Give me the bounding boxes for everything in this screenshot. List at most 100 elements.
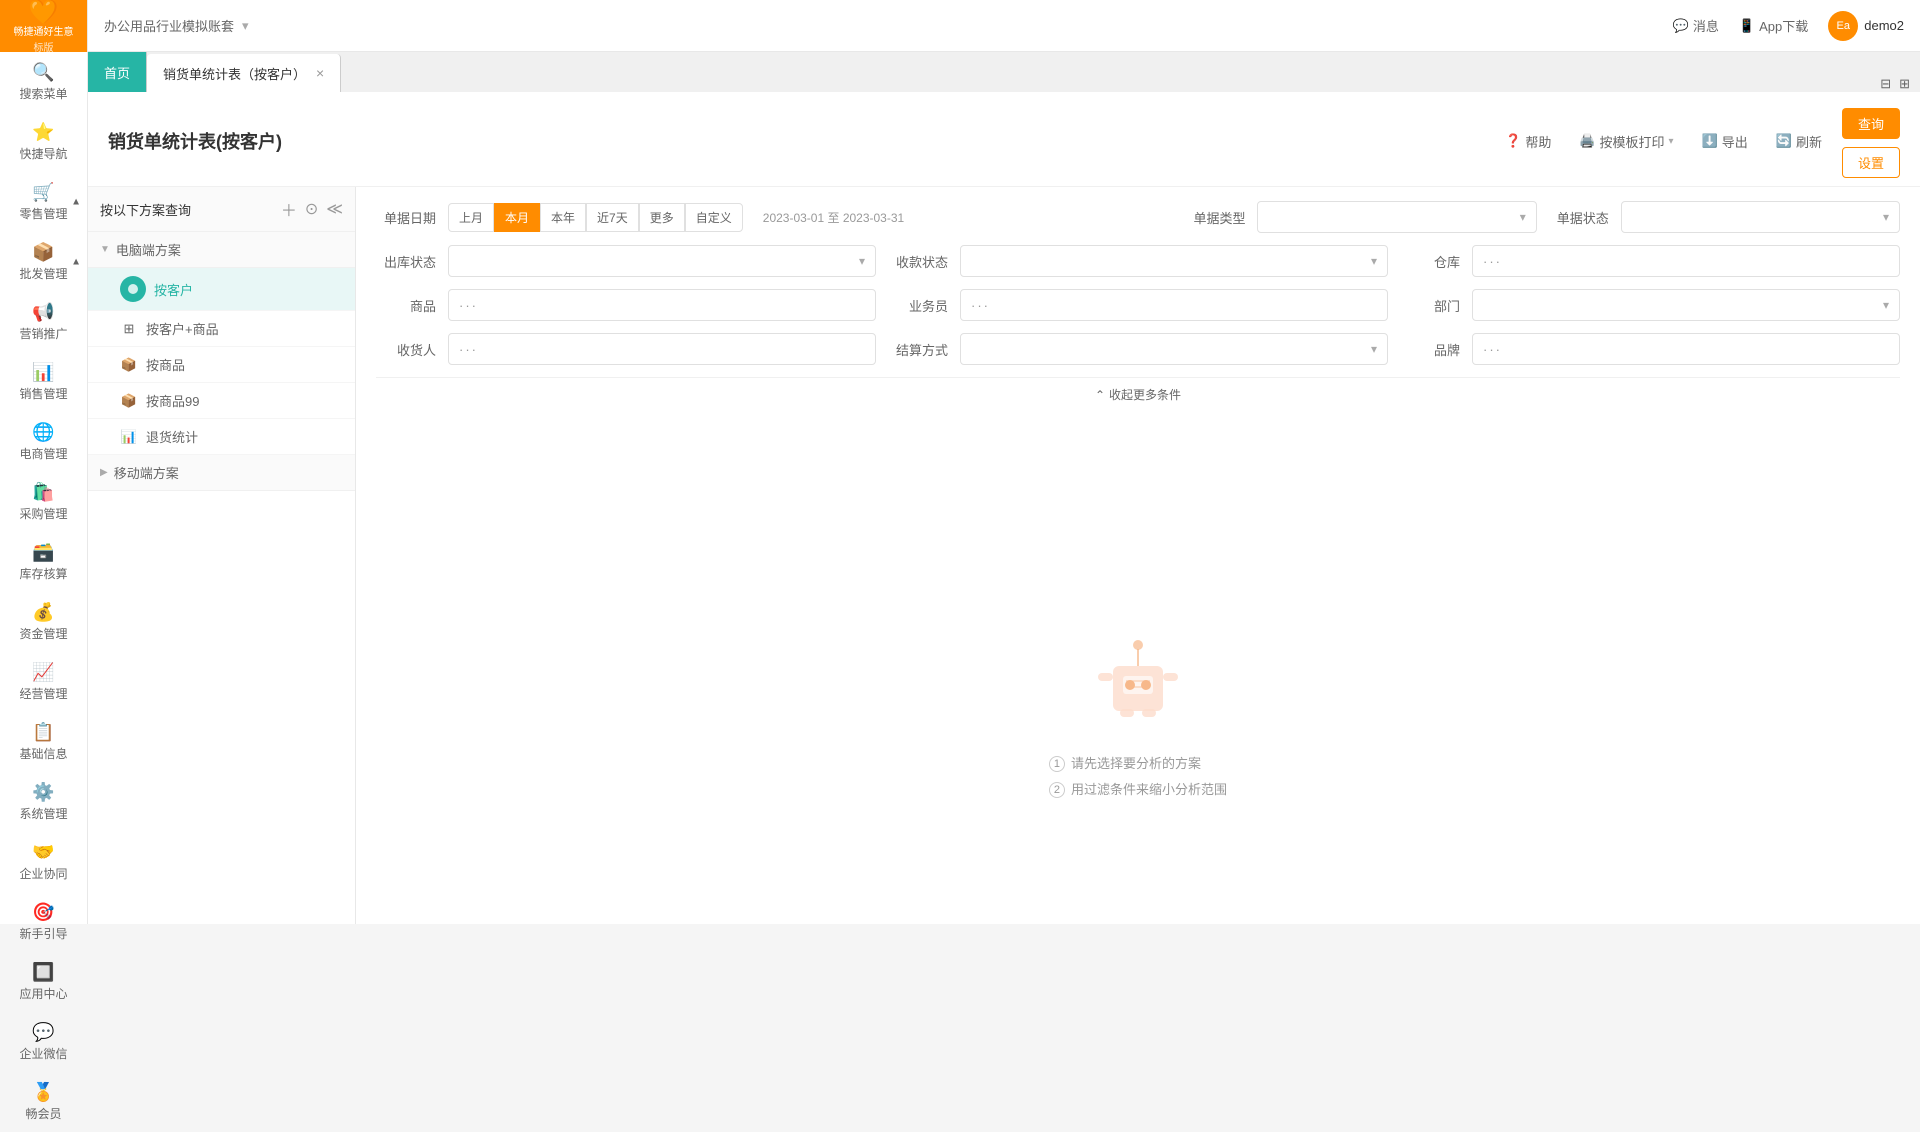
goods-select[interactable]: ··· xyxy=(448,289,876,321)
warehouse-label: 仓库 xyxy=(1400,252,1460,271)
date-more[interactable]: 更多 xyxy=(639,203,685,232)
settings-btn[interactable]: 设置 xyxy=(1842,147,1900,178)
scheme-item-by-goods[interactable]: 📦 按商品 xyxy=(88,347,355,383)
scheme-item-by-customer-goods[interactable]: ⊞ 按客户+商品 xyxy=(88,311,355,347)
date-this-year[interactable]: 本年 xyxy=(540,203,586,232)
menu-icon-system: ⚙️ xyxy=(32,782,54,803)
sidebar-item-wholesale[interactable]: 📦 批发管理 ▲ xyxy=(0,232,87,292)
tip-num-2: 2 xyxy=(1049,782,1065,798)
user-name: demo2 xyxy=(1864,18,1904,33)
scheme-group-mobile: ▶ 移动端方案 xyxy=(88,455,355,491)
tab-maximize-icon[interactable]: ⊞ xyxy=(1899,76,1910,92)
brand-select[interactable]: ··· xyxy=(1472,333,1900,365)
user-area[interactable]: Ea demo2 xyxy=(1828,11,1904,41)
app-download-btn[interactable]: 📱 App下载 xyxy=(1739,16,1808,35)
tab-close-icon[interactable]: × xyxy=(316,65,324,81)
menu-label-base: 基础信息 xyxy=(19,745,67,762)
export-btn[interactable]: ⬇️ 导出 xyxy=(1694,128,1756,155)
sidebar-item-ecommerce[interactable]: 🌐 电商管理 xyxy=(0,412,87,472)
menu-label-purchase: 采购管理 xyxy=(19,505,67,522)
scheme-panel: 按以下方案查询 ＋ ⊙ ≪ ▼ 电脑端方案 按客户 ⊞ 按客户+商 xyxy=(88,187,356,924)
menu-icon-ops: 📈 xyxy=(32,662,54,683)
scheme-icon-by-goods-99: 📦 xyxy=(120,392,138,410)
settlement-select[interactable]: ▾ xyxy=(960,333,1388,365)
scheme-groups: ▼ 电脑端方案 按客户 ⊞ 按客户+商品 📦 按商品 📦 按商品99 � xyxy=(88,232,355,491)
sidebar-item-inventory[interactable]: 🗃️ 库存核算 xyxy=(0,532,87,592)
scheme-item-by-customer[interactable]: 按客户 xyxy=(88,268,355,311)
scheme-item-return-stats[interactable]: 📊 退货统计 xyxy=(88,419,355,455)
right-panel: 单据日期 上月 本月 本年 近7天 更多 自定义 2023-03-01 至 20… xyxy=(356,187,1920,924)
sidebar-item-retail[interactable]: 🛒 零售管理 ▲ xyxy=(0,172,87,232)
collapse-bar[interactable]: ⌃ 收起更多条件 xyxy=(376,377,1900,411)
message-icon: 💬 xyxy=(1673,18,1689,34)
sidebar-item-search[interactable]: 🔍 搜索菜单 xyxy=(0,52,87,112)
settlement-label: 结算方式 xyxy=(888,340,948,359)
sidebar-item-purchase[interactable]: 🛍️ 采购管理 xyxy=(0,472,87,532)
sidebar: 🧡 畅捷通好生意 标版 🔍 搜索菜单 ⭐ 快捷导航 🛒 零售管理 ▲ 📦 批发管… xyxy=(0,0,88,924)
salesperson-label: 业务员 xyxy=(888,296,948,315)
scheme-icon-by-customer-goods: ⊞ xyxy=(120,320,138,338)
scheme-collapse-icon[interactable]: ≪ xyxy=(326,199,343,219)
scheme-group-header-mobile[interactable]: ▶ 移动端方案 xyxy=(88,455,355,491)
menu-icon-search: 🔍 xyxy=(32,62,54,83)
warehouse-select[interactable]: ··· xyxy=(1472,245,1900,277)
menu-arrow-wholesale: ▲ xyxy=(71,257,81,268)
recipient-select[interactable]: ··· xyxy=(448,333,876,365)
payment-status-arrow-icon: ▾ xyxy=(1371,254,1377,268)
department-select[interactable]: ▾ xyxy=(1472,289,1900,321)
scheme-item-by-goods-99[interactable]: 📦 按商品99 xyxy=(88,383,355,419)
doc-status-select[interactable]: ▾ xyxy=(1621,201,1900,233)
out-status-select[interactable]: ▾ xyxy=(448,245,876,277)
sidebar-item-wechat[interactable]: 💬 企业微信 xyxy=(0,1012,87,1072)
sidebar-item-quick-nav[interactable]: ⭐ 快捷导航 xyxy=(0,112,87,172)
template-print-btn[interactable]: 🖨️ 按模板打印 ▾ xyxy=(1571,128,1681,155)
scheme-add-icon[interactable]: ＋ xyxy=(281,197,297,221)
sidebar-item-corp[interactable]: 🤝 企业协同 xyxy=(0,832,87,892)
scheme-group-pc: ▼ 电脑端方案 按客户 ⊞ 按客户+商品 📦 按商品 📦 按商品99 � xyxy=(88,232,355,455)
print-icon: 🖨️ xyxy=(1579,133,1595,149)
menu-icon-purchase: 🛍️ xyxy=(32,482,54,503)
tab-bar: 首页 销货单统计表（按客户） × ⊟ ⊞ xyxy=(88,52,1920,92)
message-btn[interactable]: 💬 消息 xyxy=(1673,16,1719,35)
refresh-btn[interactable]: 🔄 刷新 xyxy=(1768,128,1830,155)
sidebar-item-member[interactable]: 🏅 畅会员 xyxy=(0,1072,87,1132)
sidebar-item-appstore[interactable]: 🔲 应用中心 xyxy=(0,952,87,1012)
payment-status-label: 收款状态 xyxy=(888,252,948,271)
menu-icon-base: 📋 xyxy=(32,722,54,743)
doc-type-select[interactable]: ▾ xyxy=(1257,201,1536,233)
menu-label-wholesale: 批发管理 xyxy=(19,265,67,282)
sidebar-item-finance[interactable]: 💰 资金管理 xyxy=(0,592,87,652)
sidebar-item-system[interactable]: ⚙️ 系统管理 xyxy=(0,772,87,832)
filter-row-2: 出库状态 ▾ 收款状态 ▾ 仓库 ··· xyxy=(376,245,1900,277)
app-download-label: App下载 xyxy=(1759,16,1808,35)
sidebar-item-marketing[interactable]: 📢 营销推广 xyxy=(0,292,87,352)
sidebar-item-base[interactable]: 📋 基础信息 xyxy=(0,712,87,772)
group-arrow-mobile: ▶ xyxy=(100,467,108,478)
salesperson-select[interactable]: ··· xyxy=(960,289,1388,321)
scheme-edit-icon[interactable]: ⊙ xyxy=(305,199,318,219)
date-last-7[interactable]: 近7天 xyxy=(586,203,639,232)
date-custom[interactable]: 自定义 xyxy=(685,203,743,232)
date-this-month[interactable]: 本月 xyxy=(494,203,540,232)
tab-home[interactable]: 首页 xyxy=(88,52,147,92)
menu-icon-quick-nav: ⭐ xyxy=(32,122,54,143)
sidebar-item-ops[interactable]: 📈 经营管理 xyxy=(0,652,87,712)
payment-status-select[interactable]: ▾ xyxy=(960,245,1388,277)
scheme-item-label-return-stats: 退货统计 xyxy=(146,427,198,446)
tip-text-2: 用过滤条件来缩小分析范围 xyxy=(1071,777,1227,803)
sidebar-item-sales[interactable]: 📊 销售管理 xyxy=(0,352,87,412)
date-last-month[interactable]: 上月 xyxy=(448,203,494,232)
recipient-dots: ··· xyxy=(459,342,478,357)
active-dot-by-customer xyxy=(120,276,146,302)
tab-sales-stats[interactable]: 销货单统计表（按客户） × xyxy=(147,54,341,92)
tip-text-1: 请先选择要分析的方案 xyxy=(1071,751,1201,777)
help-btn[interactable]: ❓ 帮助 xyxy=(1497,128,1559,155)
tab-expand-area: ⊟ ⊞ xyxy=(1870,76,1920,92)
query-btn[interactable]: 查询 xyxy=(1842,108,1900,139)
breadcrumb-arrow[interactable]: ▾ xyxy=(242,18,249,34)
sidebar-item-newbie[interactable]: 🎯 新手引导 xyxy=(0,892,87,952)
scheme-item-label-by-goods-99: 按商品99 xyxy=(146,391,199,410)
scheme-group-header-pc[interactable]: ▼ 电脑端方案 xyxy=(88,232,355,268)
tab-minimize-icon[interactable]: ⊟ xyxy=(1880,76,1891,92)
app-logo[interactable]: 🧡 畅捷通好生意 标版 xyxy=(0,0,87,52)
